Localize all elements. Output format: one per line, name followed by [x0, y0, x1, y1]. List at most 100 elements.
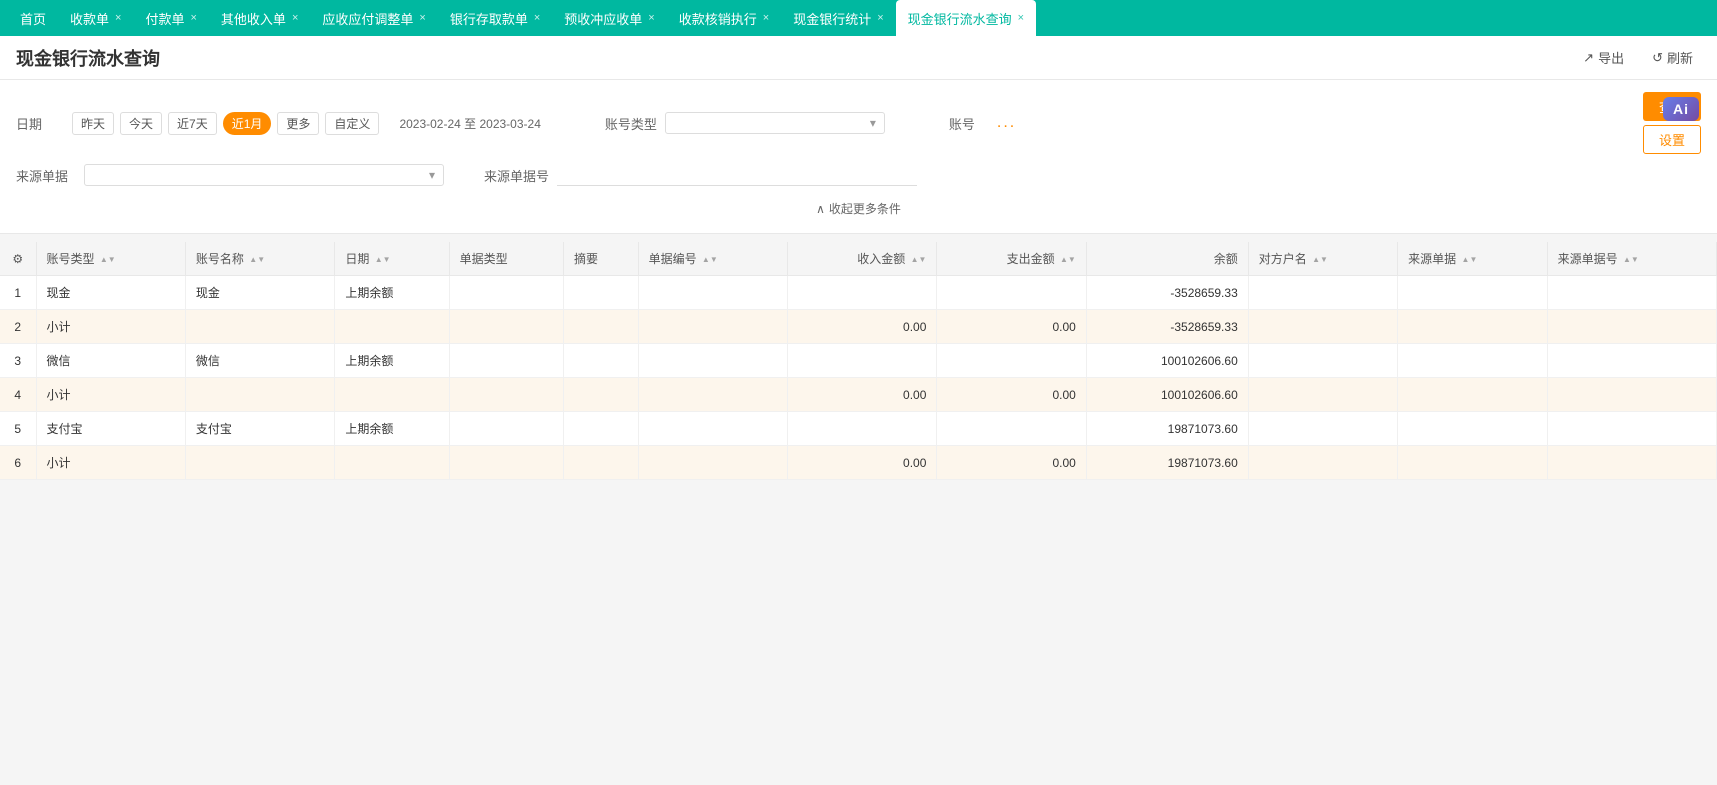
account-label: 账号 — [949, 114, 989, 133]
cell-account-type: 小计 — [36, 310, 185, 344]
close-icon[interactable]: × — [763, 12, 769, 24]
cell-source-doc — [1398, 344, 1547, 378]
sort-icon[interactable]: ▲▼ — [1060, 255, 1076, 264]
sort-icon[interactable]: ▲▼ — [702, 255, 718, 264]
th-summary: 摘要 — [564, 242, 639, 276]
cell-date — [335, 378, 449, 412]
th-doc-no: 单据编号 ▲▼ — [638, 242, 787, 276]
cell-account-type: 现金 — [36, 276, 185, 310]
data-table-wrap: ⚙ 账号类型 ▲▼ 账号名称 ▲▼ 日期 ▲▼ 单据类型 摘 — [0, 242, 1717, 480]
cell-balance: 100102606.60 — [1086, 344, 1248, 378]
cell-account-name: 微信 — [185, 344, 334, 378]
cell-account-type: 支付宝 — [36, 412, 185, 446]
cell-date — [335, 446, 449, 480]
cell-balance: 19871073.60 — [1086, 446, 1248, 480]
close-icon[interactable]: × — [419, 12, 425, 24]
cell-source-doc — [1398, 446, 1547, 480]
nav-payment[interactable]: 付款单 × — [133, 0, 208, 36]
close-icon[interactable]: × — [534, 12, 540, 24]
row-number: 3 — [0, 344, 36, 378]
date-7days[interactable]: 近7天 — [168, 112, 217, 135]
cell-income: 0.00 — [787, 310, 936, 344]
account-type-select[interactable]: ▾ — [665, 112, 885, 134]
sort-icon[interactable]: ▲▼ — [1312, 255, 1328, 264]
sort-icon[interactable]: ▲▼ — [1462, 255, 1478, 264]
sort-icon[interactable]: ▲▼ — [100, 255, 116, 264]
refresh-button[interactable]: ↺ 刷新 — [1644, 44, 1701, 71]
page-header: 现金银行流水查询 ↗ 导出 ↺ 刷新 — [0, 36, 1717, 80]
cell-summary — [564, 344, 639, 378]
table-row: 2小计0.000.00-3528659.33 — [0, 310, 1717, 344]
nav-home[interactable]: 首页 — [8, 0, 58, 36]
cell-account-name: 支付宝 — [185, 412, 334, 446]
cell-counterpart — [1248, 344, 1397, 378]
settings-icon[interactable]: ⚙ — [12, 252, 23, 266]
source-doc-no-label: 来源单据号 — [484, 166, 549, 185]
date-1month[interactable]: 近1月 — [223, 112, 272, 135]
cell-source-doc — [1398, 276, 1547, 310]
chevron-down-icon: ▾ — [429, 168, 435, 182]
close-icon[interactable]: × — [115, 12, 121, 24]
cell-source-doc-no — [1547, 276, 1716, 310]
th-source-doc-no: 来源单据号 ▲▼ — [1547, 242, 1716, 276]
nav-prepay-offset[interactable]: 预收冲应收单 × — [552, 0, 666, 36]
th-gear: ⚙ — [0, 242, 36, 276]
cell-summary — [564, 446, 639, 480]
cell-expense — [937, 344, 1086, 378]
date-range-display: 2023-02-24 至 2023-03-24 — [399, 115, 540, 132]
filter-row-2: 来源单据 ▾ 来源单据号 — [16, 164, 1701, 186]
cell-balance: -3528659.33 — [1086, 310, 1248, 344]
ai-badge[interactable]: Ai — [1663, 97, 1699, 121]
cell-expense — [937, 276, 1086, 310]
header-actions: ↗ 导出 ↺ 刷新 — [1575, 44, 1701, 71]
cell-expense: 0.00 — [937, 378, 1086, 412]
source-doc-select[interactable]: ▾ — [84, 164, 444, 186]
close-icon[interactable]: × — [1018, 12, 1024, 24]
th-income: 收入金额 ▲▼ — [787, 242, 936, 276]
sort-icon[interactable]: ▲▼ — [249, 255, 265, 264]
sort-icon[interactable]: ▲▼ — [911, 255, 927, 264]
nav-collection-execute[interactable]: 收款核销执行 × — [667, 0, 781, 36]
date-custom[interactable]: 自定义 — [325, 112, 379, 135]
account-dots-button[interactable]: ... — [997, 114, 1016, 132]
source-doc-no-input[interactable] — [557, 165, 917, 186]
cell-source-doc-no — [1547, 310, 1716, 344]
cell-doc-type — [449, 276, 563, 310]
cell-source-doc — [1398, 412, 1547, 446]
nav-cash-bank-flow[interactable]: 现金银行流水查询 × — [896, 0, 1036, 36]
nav-ar-ap-adjust[interactable]: 应收应付调整单 × — [310, 0, 437, 36]
export-button[interactable]: ↗ 导出 — [1575, 44, 1632, 71]
top-navigation: 首页 收款单 × 付款单 × 其他收入单 × 应收应付调整单 × 银行存取款单 … — [0, 0, 1717, 36]
cell-account-name: 现金 — [185, 276, 334, 310]
table-row: 6小计0.000.0019871073.60 — [0, 446, 1717, 480]
collapse-bar[interactable]: ∧ 收起更多条件 — [16, 196, 1701, 221]
close-icon[interactable]: × — [292, 12, 298, 24]
th-counterpart: 对方户名 ▲▼ — [1248, 242, 1397, 276]
cell-date: 上期余额 — [335, 344, 449, 378]
nav-other-income[interactable]: 其他收入单 × — [209, 0, 310, 36]
date-yesterday[interactable]: 昨天 — [72, 112, 114, 135]
cell-account-type: 小计 — [36, 446, 185, 480]
close-icon[interactable]: × — [648, 12, 654, 24]
close-icon[interactable]: × — [190, 12, 196, 24]
collapse-arrow-icon: ∧ — [816, 202, 825, 216]
cell-counterpart — [1248, 310, 1397, 344]
row-number: 2 — [0, 310, 36, 344]
sort-icon[interactable]: ▲▼ — [375, 255, 391, 264]
date-today[interactable]: 今天 — [120, 112, 162, 135]
table-header-row: ⚙ 账号类型 ▲▼ 账号名称 ▲▼ 日期 ▲▼ 单据类型 摘 — [0, 242, 1717, 276]
nav-bank-deposit[interactable]: 银行存取款单 × — [438, 0, 552, 36]
cell-date — [335, 310, 449, 344]
cell-account-name — [185, 446, 334, 480]
close-icon[interactable]: × — [877, 12, 883, 24]
nav-cash-bank-stat[interactable]: 现金银行统计 × — [781, 0, 895, 36]
cell-account-type: 微信 — [36, 344, 185, 378]
cell-summary — [564, 378, 639, 412]
th-doc-type: 单据类型 — [449, 242, 563, 276]
refresh-icon: ↺ — [1652, 50, 1663, 66]
setting-button[interactable]: 设置 — [1643, 125, 1701, 154]
date-more[interactable]: 更多 — [277, 112, 319, 135]
nav-receipt[interactable]: 收款单 × — [58, 0, 133, 36]
cell-expense: 0.00 — [937, 446, 1086, 480]
sort-icon[interactable]: ▲▼ — [1623, 255, 1639, 264]
